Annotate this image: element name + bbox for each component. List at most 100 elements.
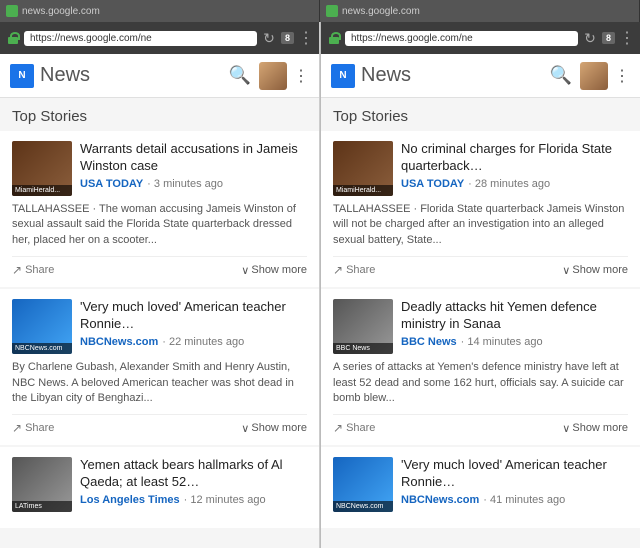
show-more-label-2: Show more [251, 422, 307, 434]
show-more-2[interactable]: ∨ Show more [241, 422, 307, 435]
story-card-3: LATimes Yemen attack bears hallmarks of … [0, 447, 319, 528]
avatar-right[interactable] [580, 62, 608, 90]
story-info-r2: Deadly attacks hit Yemen defence ministr… [401, 299, 628, 354]
browsers-container: https://news.google.com/ne ↻ 8 ⋮ N News … [0, 22, 640, 548]
news-logo-icon-right: N [331, 64, 355, 88]
search-icon-left[interactable]: 🔍 [229, 65, 251, 86]
story-info-2: 'Very much loved' American teacher Ronni… [80, 299, 307, 354]
show-more-r1[interactable]: ∨ Show more [562, 264, 628, 277]
share-button-r2[interactable]: ↗ Share [333, 421, 375, 435]
story-footer-1: ↗ Share ∨ Show more [12, 256, 307, 277]
news-header-left: N News 🔍 ⋮ [0, 54, 319, 98]
browser-pane-left: https://news.google.com/ne ↻ 8 ⋮ N News … [0, 22, 320, 548]
menu-button-right[interactable]: ⋮ [619, 28, 634, 48]
show-more-label-r2: Show more [572, 422, 628, 434]
story-card-r1: MiamiHerald... No criminal charges for F… [321, 131, 640, 287]
story-thumb-1[interactable]: MiamiHerald... [12, 141, 72, 196]
share-button-2[interactable]: ↗ Share [12, 421, 54, 435]
share-icon-1: ↗ [12, 263, 22, 277]
story-thumb-2[interactable]: NBCNews.com [12, 299, 72, 354]
story-headline-1[interactable]: Warrants detail accusations in Jameis Wi… [80, 141, 307, 175]
story-headline-3[interactable]: Yemen attack bears hallmarks of Al Qaeda… [80, 457, 307, 491]
tab-count-right[interactable]: 8 [602, 32, 615, 44]
avatar-left[interactable] [259, 62, 287, 90]
story-footer-2: ↗ Share ∨ Show more [12, 414, 307, 435]
story-meta-r2: BBC News · 14 minutes ago [401, 336, 628, 348]
story-thumb-r2[interactable]: BBC News [333, 299, 393, 354]
thumb-source-badge-r3: NBCNews.com [333, 501, 393, 512]
story-excerpt-1: TALLAHASSEE · The woman accusing Jameis … [12, 202, 307, 248]
source-name-1: USA TODAY [80, 178, 143, 190]
source-name-r2: BBC News [401, 336, 457, 348]
source-name-r3: NBCNews.com [401, 494, 479, 506]
url-field-right[interactable]: https://news.google.com/ne [345, 31, 578, 46]
thumb-source-badge-2: NBCNews.com [12, 343, 72, 354]
share-label-r1: Share [346, 264, 375, 276]
story-excerpt-r1: TALLAHASSEE · Florida State quarterback … [333, 202, 628, 248]
story-info-r3: 'Very much loved' American teacher Ronni… [401, 457, 628, 512]
section-title-left: Top Stories [0, 98, 319, 131]
thumb-source-badge-r1: MiamiHerald... [333, 185, 393, 196]
story-info-1: Warrants detail accusations in Jameis Wi… [80, 141, 307, 196]
share-button-1[interactable]: ↗ Share [12, 263, 54, 277]
story-meta-r1: USA TODAY · 28 minutes ago [401, 178, 628, 190]
refresh-button-left[interactable]: ↻ [261, 30, 277, 47]
story-headline-2[interactable]: 'Very much loved' American teacher Ronni… [80, 299, 307, 333]
tab-title-right: news.google.com [342, 6, 633, 17]
thumb-source-badge-r2: BBC News [333, 343, 393, 354]
avatar-image-left [259, 62, 287, 90]
news-logo-text-right: News [361, 64, 411, 87]
story-main-3: LATimes Yemen attack bears hallmarks of … [12, 457, 307, 512]
news-content-left: Top Stories MiamiHerald... Warrants deta… [0, 98, 319, 548]
share-icon-r1: ↗ [333, 263, 343, 277]
avatar-image-right [580, 62, 608, 90]
show-more-label-1: Show more [251, 264, 307, 276]
refresh-button-right[interactable]: ↻ [582, 30, 598, 47]
story-info-3: Yemen attack bears hallmarks of Al Qaeda… [80, 457, 307, 512]
browser-pane-right: https://news.google.com/ne ↻ 8 ⋮ N News … [321, 22, 640, 548]
share-label-2: Share [25, 422, 54, 434]
show-more-1[interactable]: ∨ Show more [241, 264, 307, 277]
story-main-r1: MiamiHerald... No criminal charges for F… [333, 141, 628, 196]
browser-tabs-row: news.google.com news.google.com [0, 0, 640, 22]
tab-count-left[interactable]: 8 [281, 32, 294, 44]
url-field-left[interactable]: https://news.google.com/ne [24, 31, 257, 46]
story-headline-r1[interactable]: No criminal charges for Florida State qu… [401, 141, 628, 175]
story-meta-r3: NBCNews.com · 41 minutes ago [401, 494, 628, 506]
search-icon-right[interactable]: 🔍 [550, 65, 572, 86]
story-time-r3: · 41 minutes ago [483, 494, 565, 506]
story-main-1: MiamiHerald... Warrants detail accusatio… [12, 141, 307, 196]
share-icon-r2: ↗ [333, 421, 343, 435]
story-headline-r3[interactable]: 'Very much loved' American teacher Ronni… [401, 457, 628, 491]
story-headline-r2[interactable]: Deadly attacks hit Yemen defence ministr… [401, 299, 628, 333]
story-footer-r1: ↗ Share ∨ Show more [333, 256, 628, 277]
share-button-r1[interactable]: ↗ Share [333, 263, 375, 277]
story-thumb-3[interactable]: LATimes [12, 457, 72, 512]
story-thumb-r1[interactable]: MiamiHerald... [333, 141, 393, 196]
chevron-down-icon-r2: ∨ [562, 422, 570, 435]
story-main-r2: BBC News Deadly attacks hit Yemen defenc… [333, 299, 628, 354]
show-more-r2[interactable]: ∨ Show more [562, 422, 628, 435]
source-name-r1: USA TODAY [401, 178, 464, 190]
chevron-down-icon-r1: ∨ [562, 264, 570, 277]
story-thumb-r3[interactable]: NBCNews.com [333, 457, 393, 512]
lock-icon-left [6, 31, 20, 45]
tab-favicon-right [326, 5, 338, 17]
chevron-down-icon-2: ∨ [241, 422, 249, 435]
story-main-2: NBCNews.com 'Very much loved' American t… [12, 299, 307, 354]
tab-right[interactable]: news.google.com [320, 0, 640, 22]
thumb-source-badge-3: LATimes [12, 501, 72, 512]
section-title-right: Top Stories [321, 98, 640, 131]
story-excerpt-r2: A series of attacks at Yemen's defence m… [333, 360, 628, 406]
menu-button-left[interactable]: ⋮ [298, 28, 313, 48]
news-logo-text-left: News [40, 64, 90, 87]
story-meta-1: USA TODAY · 3 minutes ago [80, 178, 307, 190]
story-footer-r2: ↗ Share ∨ Show more [333, 414, 628, 435]
tab-left[interactable]: news.google.com [0, 0, 320, 22]
header-menu-left[interactable]: ⋮ [293, 66, 309, 86]
news-logo-left: N News [10, 64, 90, 88]
header-menu-right[interactable]: ⋮ [614, 66, 630, 86]
lock-shape-left [8, 32, 18, 44]
lock-icon-right [327, 31, 341, 45]
source-name-2: NBCNews.com [80, 336, 158, 348]
